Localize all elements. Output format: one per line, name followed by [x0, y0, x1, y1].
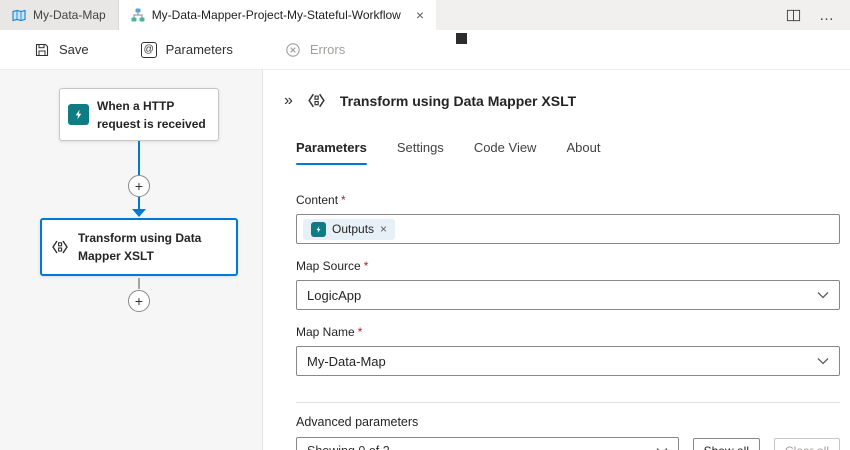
save-button[interactable]: Save [34, 42, 89, 58]
show-all-button[interactable]: Show all [693, 438, 760, 450]
http-request-icon [68, 104, 89, 125]
section-divider [296, 402, 840, 403]
required-marker: * [358, 325, 363, 339]
required-marker: * [341, 193, 346, 207]
trigger-card-http-request[interactable]: When a HTTP request is received [59, 88, 219, 141]
http-request-icon [311, 222, 326, 237]
tab-bar: My-Data-Map My-Data-Mapper-Project-My-St… [0, 0, 850, 30]
advanced-parameters-label: Advanced parameters [296, 415, 840, 429]
panel-title: Transform using Data Mapper XSLT [340, 93, 576, 109]
main-area: When a HTTP request is received + Transf… [0, 70, 850, 450]
map-name-value: My-Data-Map [307, 354, 386, 369]
panel-tab-list: Parameters Settings Code View About [296, 140, 850, 165]
add-step-button[interactable]: + [128, 290, 150, 312]
map-source-value: LogicApp [307, 288, 361, 303]
token-label: Outputs [332, 222, 374, 236]
remove-token-icon[interactable]: × [380, 223, 387, 235]
split-editor-icon[interactable] [786, 8, 801, 23]
errors-label: Errors [310, 42, 345, 57]
content-label: Content* [296, 193, 840, 207]
workflow-canvas[interactable]: When a HTTP request is received + Transf… [0, 70, 262, 450]
connector-arrowhead-icon [132, 209, 146, 217]
close-tab-icon[interactable]: × [416, 8, 424, 22]
outputs-token[interactable]: Outputs × [303, 219, 395, 240]
advanced-parameters-value: Showing 0 of 2 [307, 444, 390, 450]
more-options-icon[interactable]: … [819, 8, 834, 23]
trigger-card-title: When a HTTP request is received [97, 97, 210, 133]
tab-workflow[interactable]: My-Data-Mapper-Project-My-Stateful-Workf… [119, 0, 436, 30]
tab-label: My-Data-Map [33, 8, 106, 22]
errors-button[interactable]: Errors [285, 42, 345, 58]
tab-my-data-map[interactable]: My-Data-Map [0, 0, 119, 30]
parameters-button[interactable]: @ Parameters [141, 42, 233, 58]
data-mapper-icon [50, 237, 70, 257]
designer-toolbar: Save @ Parameters Errors [0, 30, 850, 70]
panel-header: » Transform using Data Mapper XSLT [263, 70, 850, 111]
advanced-parameters-row: Showing 0 of 2 Show all Clear all [296, 437, 840, 450]
parameters-form: Content* Outputs × Map Source* LogicAp [263, 193, 850, 450]
tab-code-view[interactable]: Code View [474, 140, 537, 165]
workflow-icon [131, 8, 145, 22]
collapse-panel-icon[interactable]: » [284, 93, 293, 109]
map-source-label: Map Source* [296, 259, 840, 273]
dark-square-artifact [456, 33, 467, 44]
chevron-down-icon [817, 291, 829, 299]
content-input[interactable]: Outputs × [296, 214, 840, 244]
connector-line-bottom [138, 278, 140, 289]
connector-line-top [138, 141, 140, 175]
errors-icon [285, 42, 301, 58]
required-marker: * [364, 259, 369, 273]
data-mapper-icon [306, 90, 327, 111]
chevron-down-icon [817, 357, 829, 365]
tab-parameters[interactable]: Parameters [296, 140, 367, 165]
map-source-select[interactable]: LogicApp [296, 280, 840, 310]
tab-settings[interactable]: Settings [397, 140, 444, 165]
insert-step-button[interactable]: + [128, 175, 150, 197]
clear-all-button[interactable]: Clear all [774, 438, 840, 450]
parameters-label: Parameters [166, 42, 233, 57]
data-map-icon [12, 9, 26, 22]
parameters-icon: @ [141, 42, 157, 58]
action-card-title: Transform using Data Mapper XSLT [78, 229, 228, 265]
tab-label: My-Data-Mapper-Project-My-Stateful-Workf… [152, 8, 401, 22]
map-name-select[interactable]: My-Data-Map [296, 346, 840, 376]
tab-about[interactable]: About [566, 140, 600, 165]
tab-bar-actions: … [786, 0, 850, 30]
operation-panel: » Transform using Data Mapper XSLT Param… [262, 70, 850, 450]
map-name-label: Map Name* [296, 325, 840, 339]
action-card-data-mapper[interactable]: Transform using Data Mapper XSLT [40, 218, 238, 276]
advanced-parameters-select[interactable]: Showing 0 of 2 [296, 437, 679, 450]
save-label: Save [59, 42, 89, 57]
logic-app-designer: My-Data-Map My-Data-Mapper-Project-My-St… [0, 0, 850, 450]
save-icon [34, 42, 50, 58]
